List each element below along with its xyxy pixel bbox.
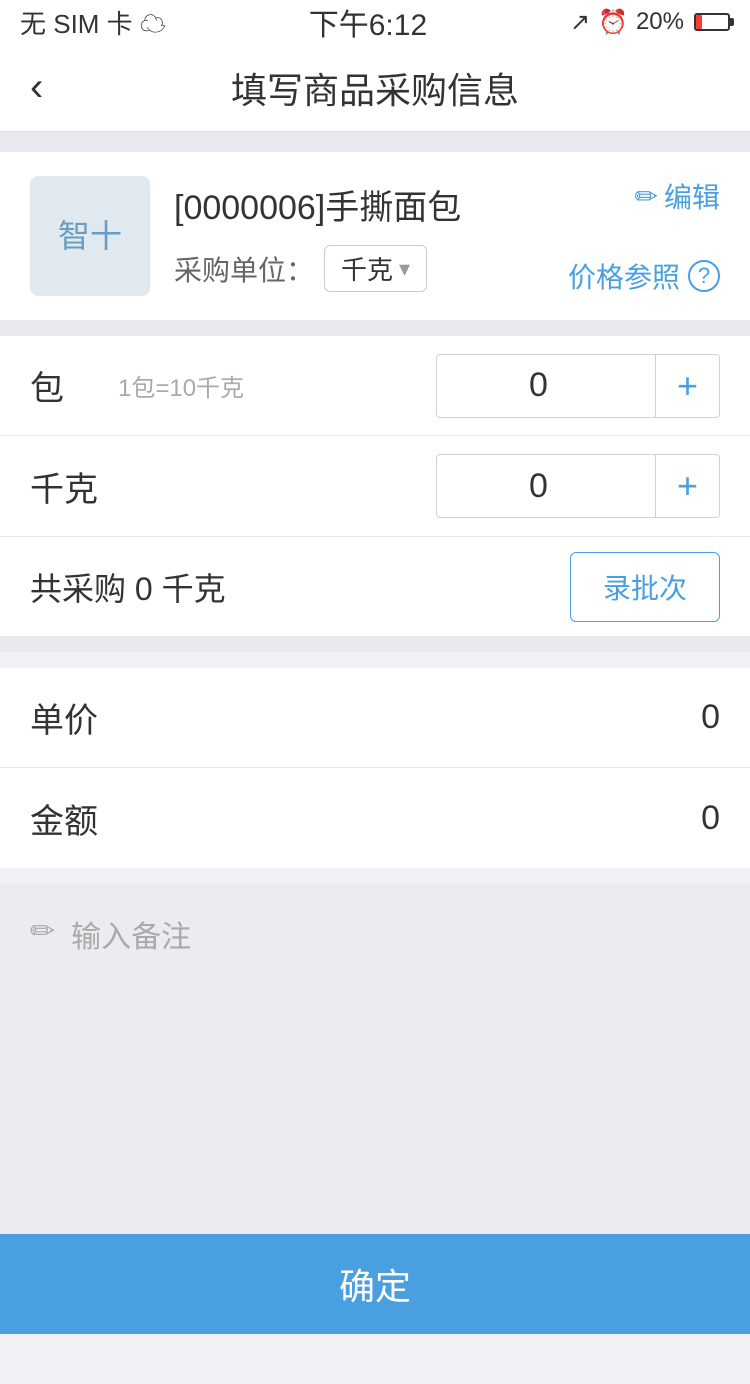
price-label-unit: 单价 [30,693,98,742]
remark-icon: ✏ [30,914,55,949]
number-input-kg[interactable] [436,454,656,518]
price-label-amount: 金额 [30,794,98,843]
price-ref-help-icon[interactable]: ? [688,260,720,292]
price-row-amount: 金额 0 [0,768,750,868]
page-title: 填写商品采购信息 [231,62,519,114]
status-right: ↗ ⏰ 20% [570,8,730,37]
price-section: 单价 0 金额 0 [0,668,750,868]
batch-button[interactable]: 录批次 [570,552,720,622]
input-controls-kg: + [436,454,720,518]
edit-label: 编辑 [664,176,720,216]
section-divider-2 [0,636,750,652]
top-divider [0,132,750,152]
product-image: 智十 [30,176,150,296]
number-input-bao[interactable] [436,354,656,418]
price-value-unit: 0 [701,698,720,737]
product-edit-button[interactable]: ✏ 编辑 [635,176,720,216]
product-logo: 智十 [58,217,122,255]
input-row-bao: 包 1包=10千克 + [0,336,750,436]
unit-selector[interactable]: 千克 ▾ [324,245,427,292]
price-ref-button[interactable]: 价格参照 ? [568,256,720,296]
battery-icon [694,13,730,31]
nav-bar: ‹ 填写商品采购信息 [0,44,750,132]
unit-label: 采购单位： [174,249,314,289]
price-row-unit: 单价 0 [0,668,750,768]
unit-value: 千克 [341,250,393,287]
summary-row: 共采购 0 千克 录批次 [0,536,750,636]
alarm-icon: ⏰ [598,8,628,37]
summary-text: 共采购 0 千克 [30,564,226,610]
confirm-text: 确定 [339,1258,411,1310]
input-label-kg: 千克 [30,462,110,511]
input-label-bao: 包 [30,361,110,410]
status-left: 无 SIM 卡 ☁ [20,4,166,41]
back-button[interactable]: ‹ [0,65,73,110]
input-controls-bao: + [436,354,720,418]
status-time: 下午6:12 [309,0,427,44]
battery-percent: 20% [636,8,684,36]
input-row-kg: 千克 + [0,436,750,536]
product-card: 智十 [0000006]手撕面包 采购单位： 千克 ▾ ✏ 编辑 价格参照 ? [0,152,750,320]
confirm-button[interactable]: 确定 [0,1234,750,1334]
plus-button-bao[interactable]: + [656,354,720,418]
location-icon: ↗ [570,8,590,37]
input-sublabel-bao: 1包=10千克 [118,368,244,403]
unit-dropdown-arrow: ▾ [399,256,410,282]
plus-button-kg[interactable]: + [656,454,720,518]
input-section: 包 1包=10千克 + 千克 + [0,336,750,536]
section-divider-1 [0,320,750,336]
status-bar: 无 SIM 卡 ☁ 下午6:12 ↗ ⏰ 20% [0,0,750,44]
price-value-amount: 0 [701,799,720,838]
remark-section[interactable]: ✏ 输入备注 [0,884,750,1284]
price-ref-label: 价格参照 [568,256,680,296]
edit-icon: ✏ [635,180,658,213]
remark-placeholder: 输入备注 [71,912,191,956]
